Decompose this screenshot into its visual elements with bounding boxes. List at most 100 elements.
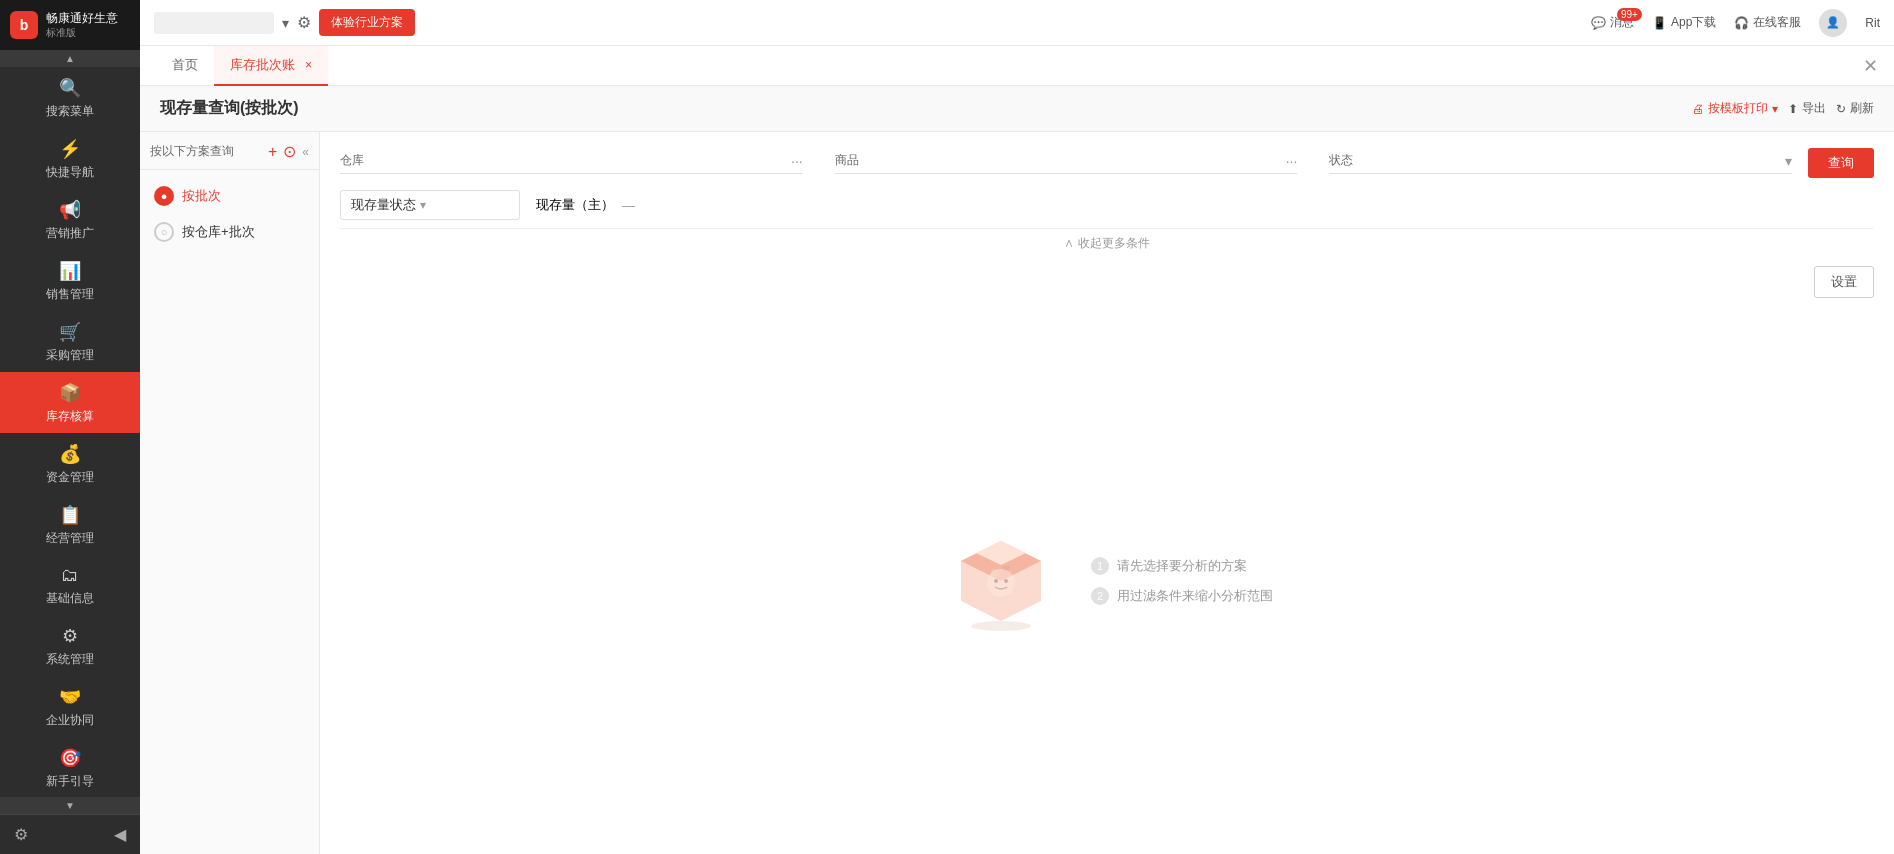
warehouse-input-wrap: 仓库 ··· [340,152,803,174]
scheme-item-by-warehouse-batch[interactable]: ○ 按仓库+批次 [140,214,319,250]
search-input[interactable] [154,12,274,34]
finance-icon: 💰 [59,443,81,465]
topbar-left: ▾ ⚙ 体验行业方案 [154,9,1581,36]
marketing-icon: 📢 [59,199,81,221]
shortcut-icon: ⚡ [59,138,81,160]
sales-icon: 📊 [59,260,81,282]
message-badge: 99+ [1617,8,1642,21]
svg-point-5 [971,621,1031,631]
sidebar-item-marketing[interactable]: 📢 营销推广 [0,189,140,250]
collapse-arrow-icon: ∧ [1064,236,1074,250]
inventory-icon: 📦 [59,382,81,404]
purchase-icon: 🛒 [59,321,81,343]
scheme-add-button[interactable]: + [268,143,277,161]
page-close-button[interactable]: ✕ [1863,55,1878,77]
system-icon: ⚙ [62,625,78,647]
scheme-settings-button[interactable]: ⊙ [283,142,296,161]
refresh-button[interactable]: ↻ 刷新 [1836,100,1874,117]
search-icon: 🔍 [59,77,81,99]
topbar-settings-button[interactable]: ⚙ [297,13,311,32]
refresh-icon: ↻ [1836,102,1846,116]
app-download-button[interactable]: 📱 App下载 [1652,14,1716,31]
sidebar-item-business[interactable]: 📋 经营管理 [0,494,140,555]
username[interactable]: Rit [1865,16,1880,30]
tabbar: 首页 库存批次账 × ✕ [140,46,1894,86]
product-label: 商品 [835,152,859,169]
scheme-collapse-button[interactable]: « [302,145,309,159]
page-actions: 🖨 按模板打印 ▾ ⬆ 导出 ↻ 刷新 [1692,100,1874,117]
sidebar-nav: 🔍 搜索菜单 ⚡ 快捷导航 📢 营销推广 📊 销售管理 🛒 采购管理 📦 库存核… [0,67,140,797]
sidebar-item-enterprise[interactable]: 🤝 企业协同 [0,676,140,737]
sidebar: b 畅康通好生意 标准版 ▲ 🔍 搜索菜单 ⚡ 快捷导航 📢 营销推广 📊 销售… [0,0,140,854]
page-title: 现存量查询(按批次) [160,98,299,119]
stock-qty-dash: — [622,198,635,213]
online-service-button[interactable]: 🎧 在线客服 [1734,14,1801,31]
body-wrapper: 按以下方案查询 + ⊙ « ● 按批次 ○ 按仓库+批次 [140,132,1894,854]
query-area: 仓库 ··· 商品 ··· [320,132,1894,854]
scheme-item-by-batch[interactable]: ● 按批次 [140,178,319,214]
status-label: 状态 [1329,152,1353,169]
svg-point-6 [987,569,1015,597]
tab-home[interactable]: 首页 [156,46,214,86]
status-input-wrap: 状态 ▾ [1329,152,1792,174]
product-input-wrap: 商品 ··· [835,152,1298,174]
scheme-panel-actions: + ⊙ « [268,142,309,161]
topbar: ▾ ⚙ 体验行业方案 💬 消息 99+ 📱 App下载 🎧 在线客服 👤 Rit [140,0,1894,46]
tab-close-icon[interactable]: × [305,58,312,72]
sidebar-item-search[interactable]: 🔍 搜索菜单 [0,67,140,128]
topbar-dropdown-button[interactable]: ▾ [282,15,289,31]
filter-product-field: 商品 ··· [835,152,1298,174]
filter-row-2: 现存量状态 ▾ 现存量（主） — [340,190,1874,220]
sidebar-header: b 畅康通好生意 标准版 [0,0,140,50]
product-more-button[interactable]: ··· [1286,153,1298,169]
product-input[interactable] [865,153,1280,168]
sidebar-item-newbie[interactable]: 🎯 新手引导 [0,737,140,797]
sidebar-scroll-up[interactable]: ▲ [0,50,140,67]
print-button[interactable]: 🖨 按模板打印 ▾ [1692,100,1778,117]
warehouse-more-button[interactable]: ··· [791,153,803,169]
message-button[interactable]: 💬 消息 99+ [1591,14,1634,31]
empty-box-svg [941,521,1061,641]
filter-status-field: 状态 ▾ [1329,152,1792,174]
sidebar-item-sales[interactable]: 📊 销售管理 [0,250,140,311]
footer-gear-icon[interactable]: ⚙ [14,825,28,844]
experience-button[interactable]: 体验行业方案 [319,9,415,36]
settings-row: 设置 [340,266,1874,298]
sidebar-item-shortcut[interactable]: ⚡ 快捷导航 [0,128,140,189]
enterprise-icon: 🤝 [59,686,81,708]
stock-status-label: 现存量状态 [351,196,416,214]
sidebar-item-system[interactable]: ⚙ 系统管理 [0,615,140,676]
sidebar-item-purchase[interactable]: 🛒 采购管理 [0,311,140,372]
tip-number-2: 2 [1091,587,1109,605]
scheme-panel: 按以下方案查询 + ⊙ « ● 按批次 ○ 按仓库+批次 [140,132,320,854]
status-dropdown-button[interactable]: ▾ [1785,153,1792,169]
sidebar-item-finance[interactable]: 💰 资金管理 [0,433,140,494]
status-input[interactable] [1359,153,1779,168]
empty-state: 1 请先选择要分析的方案 2 用过滤条件来缩小分析范围 [340,308,1874,854]
settings-button[interactable]: 设置 [1814,266,1874,298]
stock-status-arrow-icon: ▾ [420,198,426,212]
empty-tip-2: 2 用过滤条件来缩小分析范围 [1091,587,1273,605]
print-dropdown-icon[interactable]: ▾ [1772,102,1778,116]
footer-collapse-icon[interactable]: ◀ [114,825,126,844]
business-icon: 📋 [59,504,81,526]
sidebar-brand: 畅康通好生意 标准版 [46,11,118,40]
avatar[interactable]: 👤 [1819,9,1847,37]
collapse-button[interactable]: ∧ 收起更多条件 [340,228,1874,258]
sidebar-scroll-down[interactable]: ▼ [0,797,140,814]
tab-inventory-batch[interactable]: 库存批次账 × [214,46,328,86]
sidebar-item-basic[interactable]: 🗂 基础信息 [0,555,140,615]
svg-point-8 [1004,579,1008,583]
stock-qty-range: 现存量（主） — [536,196,635,214]
empty-icon [941,521,1061,641]
warehouse-label: 仓库 [340,152,364,169]
tip-number-1: 1 [1091,557,1109,575]
sidebar-item-inventory[interactable]: 📦 库存核算 [0,372,140,433]
export-button[interactable]: ⬆ 导出 [1788,100,1826,117]
stock-status-select[interactable]: 现存量状态 ▾ [340,190,520,220]
scheme-panel-title: 按以下方案查询 [150,143,234,160]
query-button[interactable]: 查询 [1808,148,1874,178]
scheme-panel-header: 按以下方案查询 + ⊙ « [140,142,319,170]
warehouse-input[interactable] [370,153,785,168]
scheme-active-icon: ● [154,186,174,206]
